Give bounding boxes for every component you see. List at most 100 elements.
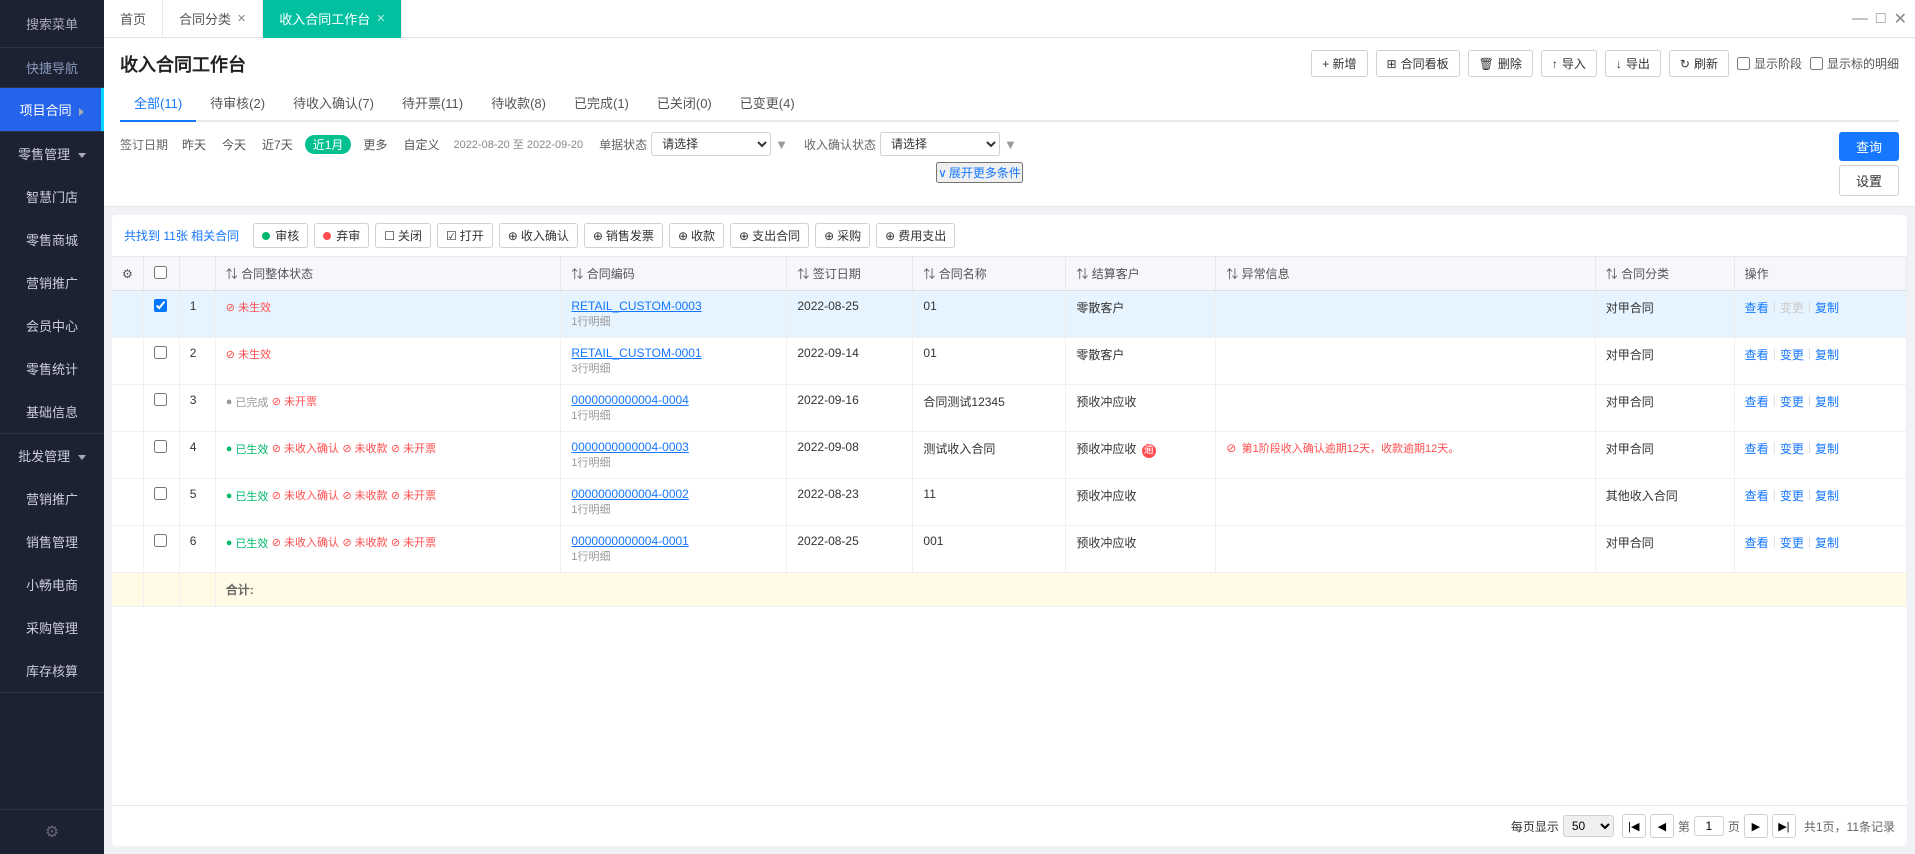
change-link[interactable]: 变更 [1780, 487, 1804, 504]
doc-status-select[interactable]: 请选择 [651, 132, 771, 156]
change-link[interactable]: 变更 [1780, 346, 1804, 363]
sales-invoice-button[interactable]: ⊕ 销售发票 [584, 223, 663, 248]
date-more[interactable]: 更多 [359, 135, 391, 154]
contract-link[interactable]: 0000000000004-0001 [571, 534, 776, 548]
row-checkbox[interactable] [154, 534, 167, 547]
date-custom[interactable]: 自定义 [399, 135, 443, 154]
add-button[interactable]: + 新增 [1311, 50, 1367, 77]
date-last1month[interactable]: 近1月 [305, 135, 352, 154]
sidebar-item-xiaochang[interactable]: 小畅电商 [0, 563, 104, 606]
sidebar-settings[interactable]: ⚙ [0, 809, 104, 854]
row-checkbox[interactable] [154, 346, 167, 359]
contract-link[interactable]: RETAIL_CUSTOM-0003 [571, 299, 776, 313]
copy-link[interactable]: 复制 [1815, 534, 1839, 551]
row-checkbox[interactable] [154, 393, 167, 406]
sub-tab-completed[interactable]: 已完成(1) [560, 85, 643, 122]
maximize-icon[interactable]: □ [1876, 10, 1886, 28]
collect-button[interactable]: ⊕ 收款 [669, 223, 724, 248]
show-detail-input[interactable] [1810, 57, 1823, 70]
cell-checkbox[interactable] [143, 479, 179, 526]
sidebar-item-inventory[interactable]: 库存核算 [0, 649, 104, 692]
view-link[interactable]: 查看 [1745, 393, 1769, 410]
tab-contract-cat[interactable]: 合同分类 ✕ [163, 0, 263, 38]
change-link[interactable]: 变更 [1780, 534, 1804, 551]
copy-link[interactable]: 复制 [1815, 299, 1839, 316]
refresh-button[interactable]: ↻ 刷新 [1669, 50, 1729, 77]
next-page-button[interactable]: ▶ [1744, 814, 1768, 838]
sub-tab-pending-confirm[interactable]: 待收入确认(7) [279, 85, 388, 122]
tab-home[interactable]: 首页 [104, 0, 163, 38]
sidebar-item-wholesale-mgmt[interactable]: 批发管理 [0, 434, 104, 477]
view-link[interactable]: 查看 [1745, 487, 1769, 504]
contract-link[interactable]: 0000000000004-0004 [571, 393, 776, 407]
sub-tab-closed[interactable]: 已关闭(0) [643, 85, 726, 122]
open-button[interactable]: ☑ 打开 [437, 223, 493, 248]
expense-out-button[interactable]: ⊕ 支出合同 [730, 223, 809, 248]
close-button[interactable]: ☐ 关闭 [375, 223, 431, 248]
copy-link[interactable]: 复制 [1815, 440, 1839, 457]
fee-out-button[interactable]: ⊕ 费用支出 [876, 223, 955, 248]
sidebar-nav[interactable]: 快捷导航 [0, 48, 104, 88]
cell-checkbox[interactable] [143, 385, 179, 432]
expand-conditions-button[interactable]: ∨ 展开更多条件 [936, 162, 1023, 183]
copy-link[interactable]: 复制 [1815, 346, 1839, 363]
sidebar-item-retail-mgmt[interactable]: 零售管理 [0, 132, 104, 175]
row-checkbox[interactable] [154, 440, 167, 453]
view-link[interactable]: 查看 [1745, 299, 1769, 316]
copy-link[interactable]: 复制 [1815, 393, 1839, 410]
contract-link[interactable]: 0000000000004-0003 [571, 440, 776, 454]
minimize-icon[interactable]: — [1852, 10, 1868, 28]
view-link[interactable]: 查看 [1745, 440, 1769, 457]
view-link[interactable]: 查看 [1745, 346, 1769, 363]
cell-checkbox[interactable] [143, 291, 179, 338]
show-segment-checkbox[interactable]: 显示阶段 [1737, 55, 1802, 72]
income-confirm-button[interactable]: ⊕ 收入确认 [499, 223, 578, 248]
income-confirm-select[interactable]: 请选择 [880, 132, 1000, 156]
sidebar-item-retail-stats[interactable]: 零售统计 [0, 347, 104, 390]
last-page-button[interactable]: ▶| [1772, 814, 1796, 838]
row-checkbox[interactable] [154, 299, 167, 312]
set-button[interactable]: 设置 [1839, 165, 1899, 196]
cell-checkbox[interactable] [143, 338, 179, 385]
first-page-button[interactable]: |◀ [1622, 814, 1646, 838]
sidebar-item-marketing[interactable]: 营销推广 [0, 261, 104, 304]
sidebar-item-project[interactable]: 项目合同 [0, 88, 104, 131]
sidebar-item-marketing2[interactable]: 营销推广 [0, 477, 104, 520]
sidebar-item-smart-store[interactable]: 智慧门店 [0, 175, 104, 218]
show-detail-checkbox[interactable]: 显示标的明细 [1810, 55, 1899, 72]
query-button[interactable]: 查询 [1839, 132, 1899, 161]
change-link[interactable]: 变更 [1780, 440, 1804, 457]
sub-tab-pending-payment[interactable]: 待收款(8) [477, 85, 560, 122]
sub-tab-changed[interactable]: 已变更(4) [726, 85, 809, 122]
purchase-button[interactable]: ⊕ 采购 [815, 223, 870, 248]
date-today[interactable]: 今天 [218, 135, 250, 154]
change-link[interactable]: 变更 [1780, 393, 1804, 410]
page-size-dropdown[interactable]: 10 20 50 100 [1563, 815, 1614, 837]
cell-checkbox[interactable] [143, 432, 179, 479]
contract-link[interactable]: RETAIL_CUSTOM-0001 [571, 346, 776, 360]
audit-button[interactable]: 审核 [253, 223, 308, 248]
sidebar-item-sales-mgmt[interactable]: 销售管理 [0, 520, 104, 563]
date-last7[interactable]: 近7天 [258, 135, 297, 154]
sub-tab-pending-invoice[interactable]: 待开票(11) [388, 85, 477, 122]
row-checkbox[interactable] [154, 487, 167, 500]
cell-checkbox[interactable] [143, 526, 179, 573]
page-number-input[interactable] [1694, 816, 1724, 836]
select-all-checkbox[interactable] [154, 266, 167, 279]
delete-button[interactable]: 🗑 删除 [1468, 50, 1533, 77]
close-window-icon[interactable]: ✕ [1894, 9, 1907, 29]
sidebar-item-purchase[interactable]: 采购管理 [0, 606, 104, 649]
col-settings[interactable]: ⚙ [112, 257, 143, 291]
kanban-button[interactable]: ⊞ 合同看板 [1376, 50, 1460, 77]
sidebar-search[interactable]: 搜索菜单 [0, 0, 104, 48]
export-button[interactable]: ↓ 导出 [1605, 50, 1661, 77]
sidebar-item-basic-info[interactable]: 基础信息 [0, 390, 104, 433]
tab-close-contract-cat[interactable]: ✕ [237, 12, 246, 25]
tab-close-income-workbench[interactable]: ✕ [376, 12, 385, 25]
sub-tab-all[interactable]: 全部(11) [120, 85, 196, 122]
copy-link[interactable]: 复制 [1815, 487, 1839, 504]
contract-link[interactable]: 0000000000004-0002 [571, 487, 776, 501]
prev-page-button[interactable]: ◀ [1650, 814, 1674, 838]
tab-income-workbench[interactable]: 收入合同工作台 ✕ [263, 0, 402, 38]
sidebar-item-member[interactable]: 会员中心 [0, 304, 104, 347]
